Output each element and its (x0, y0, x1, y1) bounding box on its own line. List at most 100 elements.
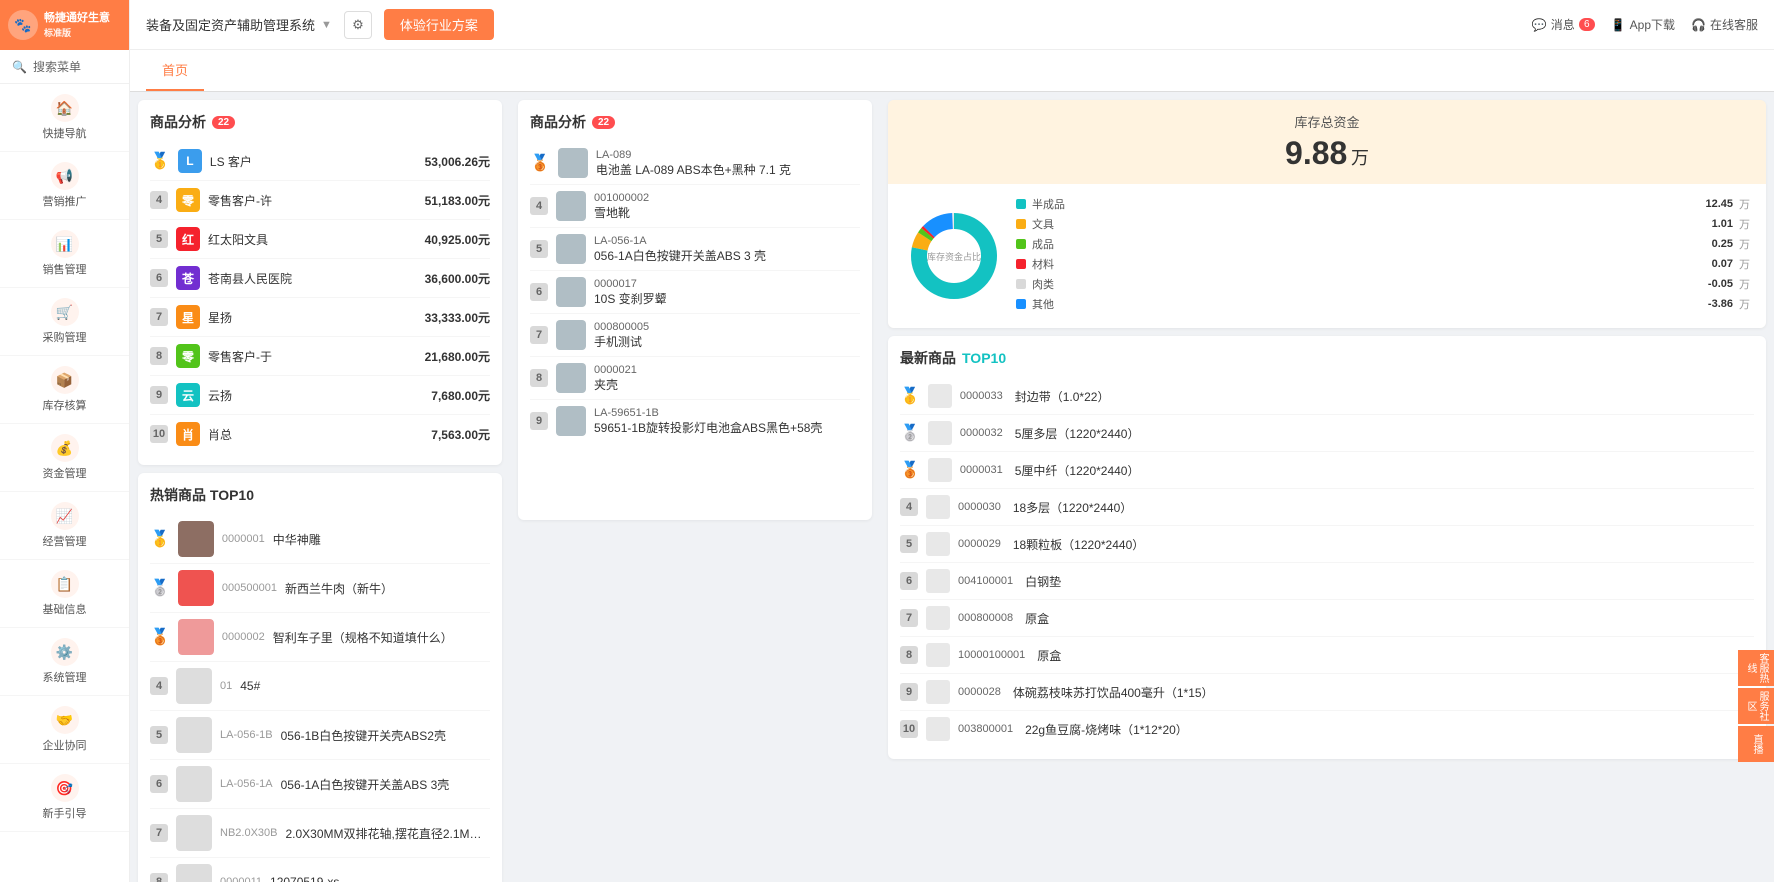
sidebar-item-system[interactable]: ⚙️ 系统管理 (0, 628, 129, 696)
rank-number: 6 (530, 283, 548, 301)
marketing-icon: 📢 (51, 162, 79, 190)
inventory-card: 库存总资金 9.88 万 (888, 100, 1766, 328)
product-image-thumb (926, 569, 950, 593)
product-image-thumb (928, 458, 952, 482)
product-sales-list: 🥉 LA-089 电池盖 LA-089 ABS本色+黑种 7.1 克 4 (530, 142, 860, 442)
rank-number: 7 (900, 609, 918, 627)
product-sales-card: 商品分析 22 🥉 LA-089 电池盖 LA-089 ABS本色+黑种 7.1… (518, 100, 872, 520)
legend-color-dot (1016, 239, 1026, 249)
rank-number: 5 (150, 230, 168, 248)
product-image-thumb (926, 680, 950, 704)
rank-number: 7 (530, 326, 548, 344)
medal-gold-icon: 🥇 (150, 151, 170, 171)
inventory-icon: 📦 (51, 366, 79, 394)
sidebar-item-guide[interactable]: 🎯 新手引导 (0, 764, 129, 832)
legend-item-stationery: 文具 1.01 万 (1016, 216, 1750, 232)
rank-number: 10 (150, 425, 168, 443)
product-rank-item: 8 0000021 夹壳 (530, 357, 860, 400)
product-image (176, 668, 212, 704)
rank-number: 9 (530, 412, 548, 430)
trial-button[interactable]: 体验行业方案 (384, 9, 494, 40)
tab-home[interactable]: 首页 (146, 50, 204, 91)
rank-item: 4 零 零售客户-许 51,183.00元 (150, 181, 490, 220)
product-image-thumb (928, 384, 952, 408)
customer-service-button[interactable]: 客服热线 (1738, 650, 1774, 686)
message-button[interactable]: 💬 消息 6 (1532, 16, 1595, 33)
home-icon: 🏠 (51, 94, 79, 122)
message-icon: 💬 (1532, 18, 1547, 32)
product-info: LA-089 电池盖 LA-089 ABS本色+黑种 7.1 克 (596, 149, 860, 178)
customer-avatar: 云 (176, 383, 200, 407)
rank-number: 5 (900, 535, 918, 553)
legend-color-dot (1016, 219, 1026, 229)
new-product-item: 6 004100001 白钢垫 (900, 563, 1754, 600)
guide-icon: 🎯 (51, 774, 79, 802)
product-image (556, 277, 586, 307)
customer-avatar: 红 (176, 227, 200, 251)
new-product-item: 9 0000028 体碗荔枝味苏打饮品400毫升（1*15） (900, 674, 1754, 711)
product-image (178, 570, 214, 606)
topbar-right: 💬 消息 6 📱 App下载 🎧 在线客服 (1532, 16, 1758, 33)
legend-item-finished: 成品 0.25 万 (1016, 236, 1750, 252)
middle-panel: 商品分析 22 🥉 LA-089 电池盖 LA-089 ABS本色+黑种 7.1… (510, 92, 880, 882)
inventory-chart-area: 库存资金占比 半成品 12.45 万 (888, 184, 1766, 328)
sidebar-item-inventory[interactable]: 📦 库存核算 (0, 356, 129, 424)
sidebar: 🐾 畅捷通好生意 标准版 🔍 搜索菜单 🏠 快捷导航 📢 营销推广 📊 销售管理… (0, 0, 130, 882)
product-image (178, 521, 214, 557)
sidebar-item-purchase[interactable]: 🛒 采购管理 (0, 288, 129, 356)
rank-number: 4 (530, 197, 548, 215)
medal-gold-icon: 🥇 (900, 386, 920, 406)
rank-number: 4 (150, 677, 168, 695)
legend-item-semifinished: 半成品 12.45 万 (1016, 196, 1750, 212)
legend-color-dot (1016, 259, 1026, 269)
app-download-button[interactable]: 📱 App下载 (1611, 16, 1675, 33)
phone-icon: 📱 (1611, 18, 1626, 32)
hot-product-item: 🥈 000500001 新西兰牛肉（新牛） (150, 564, 490, 613)
hot-product-item: 🥇 0000001 中华神雕 (150, 515, 490, 564)
sidebar-item-sales[interactable]: 📊 销售管理 (0, 220, 129, 288)
rank-number: 8 (150, 873, 168, 882)
rank-number: 8 (900, 646, 918, 664)
settings-button[interactable]: ⚙ (344, 11, 372, 39)
product-rank-item: 6 0000017 10S 变刹罗颦 (530, 271, 860, 314)
sidebar-item-enterprise[interactable]: 🤝 企业协同 (0, 696, 129, 764)
customer-ranking-card: 商品分析 22 🥇 L LS 客户 53,006.26元 4 零 零售客户-许 (138, 100, 502, 465)
product-sales-title: 商品分析 22 (530, 112, 860, 132)
main-content: 装备及固定资产辅助管理系统 ▼ ⚙ 体验行业方案 💬 消息 6 📱 App下载 … (130, 0, 1774, 882)
basic-icon: 📋 (51, 570, 79, 598)
rank-number: 7 (150, 308, 168, 326)
product-image (176, 717, 212, 753)
rank-number: 4 (900, 498, 918, 516)
rank-item: 5 红 红太阳文具 40,925.00元 (150, 220, 490, 259)
customer-avatar: 肖 (176, 422, 200, 446)
rank-number: 9 (150, 386, 168, 404)
rank-number: 6 (900, 572, 918, 590)
product-rank-item: 🥉 LA-089 电池盖 LA-089 ABS本色+黑种 7.1 克 (530, 142, 860, 185)
product-image (178, 619, 214, 655)
sidebar-search[interactable]: 🔍 搜索菜单 (0, 50, 129, 84)
product-image-thumb (926, 532, 950, 556)
finance-icon: 💰 (51, 434, 79, 462)
community-button[interactable]: 服务社区 (1738, 688, 1774, 724)
rank-number: 5 (150, 726, 168, 744)
legend-color-dot (1016, 299, 1026, 309)
sidebar-item-basic[interactable]: 📋 基础信息 (0, 560, 129, 628)
medal-bronze-icon: 🥉 (150, 627, 170, 647)
online-service-button[interactable]: 🎧 在线客服 (1691, 16, 1758, 33)
sidebar-item-operation[interactable]: 📈 经营管理 (0, 492, 129, 560)
sidebar-item-marketing[interactable]: 📢 营销推广 (0, 152, 129, 220)
svg-text:库存资金占比: 库存资金占比 (927, 251, 981, 262)
product-info: 0000021 夹壳 (594, 364, 860, 393)
live-button[interactable]: 直播 (1738, 726, 1774, 762)
product-image-thumb (926, 606, 950, 630)
medal-silver-icon: 🥈 (900, 423, 920, 443)
medal-bronze-icon: 🥉 (900, 460, 920, 480)
system-icon: ⚙️ (51, 638, 79, 666)
product-image-thumb (928, 421, 952, 445)
right-panel: 库存总资金 9.88 万 (880, 92, 1774, 882)
sidebar-item-quicknav[interactable]: 🏠 快捷导航 (0, 84, 129, 152)
sidebar-item-finance[interactable]: 💰 资金管理 (0, 424, 129, 492)
new-product-item: 10 003800001 22g鱼豆腐-烧烤味（1*12*20） (900, 711, 1754, 747)
new-products-card: 最新商品 TOP10 🥇 0000033 封边带（1.0*22） 🥈 00000… (888, 336, 1766, 759)
customer-avatar: L (178, 149, 202, 173)
